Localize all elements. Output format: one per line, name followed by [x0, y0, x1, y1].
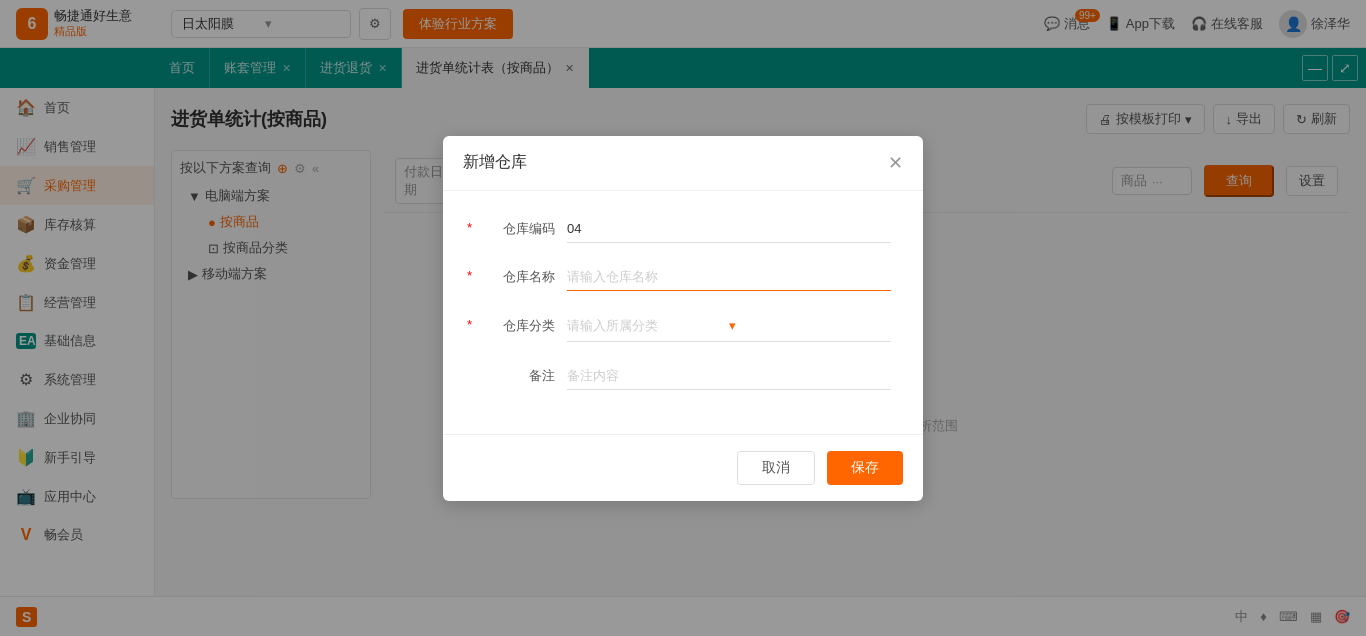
cancel-button[interactable]: 取消	[737, 451, 815, 485]
warehouse-remark-input[interactable]	[567, 362, 891, 390]
category-dropdown-arrow: ▾	[729, 318, 891, 333]
dialog-footer: 取消 保存	[443, 434, 923, 501]
warehouse-category-label: 仓库分类	[475, 317, 555, 335]
warehouse-name-row: 仓库名称	[475, 263, 891, 291]
warehouse-code-row: 仓库编码	[475, 215, 891, 243]
dialog-body: 仓库编码 仓库名称 仓库分类 请输入所属分类 ▾ 备注	[443, 191, 923, 434]
warehouse-category-row: 仓库分类 请输入所属分类 ▾	[475, 311, 891, 342]
dialog-overlay: 新增仓库 ✕ 仓库编码 仓库名称 仓库分类 请输入所属分类 ▾	[0, 0, 1366, 636]
dialog-close-btn[interactable]: ✕	[888, 152, 903, 174]
dialog-header: 新增仓库 ✕	[443, 136, 923, 191]
warehouse-remark-label: 备注	[475, 367, 555, 385]
warehouse-code-input[interactable]	[567, 215, 891, 243]
save-button[interactable]: 保存	[827, 451, 903, 485]
dialog-title: 新增仓库	[463, 152, 527, 173]
warehouse-remark-row: 备注	[475, 362, 891, 390]
warehouse-name-input[interactable]	[567, 263, 891, 291]
warehouse-name-label: 仓库名称	[475, 268, 555, 286]
add-warehouse-dialog: 新增仓库 ✕ 仓库编码 仓库名称 仓库分类 请输入所属分类 ▾	[443, 136, 923, 501]
warehouse-category-placeholder: 请输入所属分类	[567, 317, 729, 335]
warehouse-category-selector[interactable]: 请输入所属分类 ▾	[567, 311, 891, 342]
warehouse-code-label: 仓库编码	[475, 220, 555, 238]
